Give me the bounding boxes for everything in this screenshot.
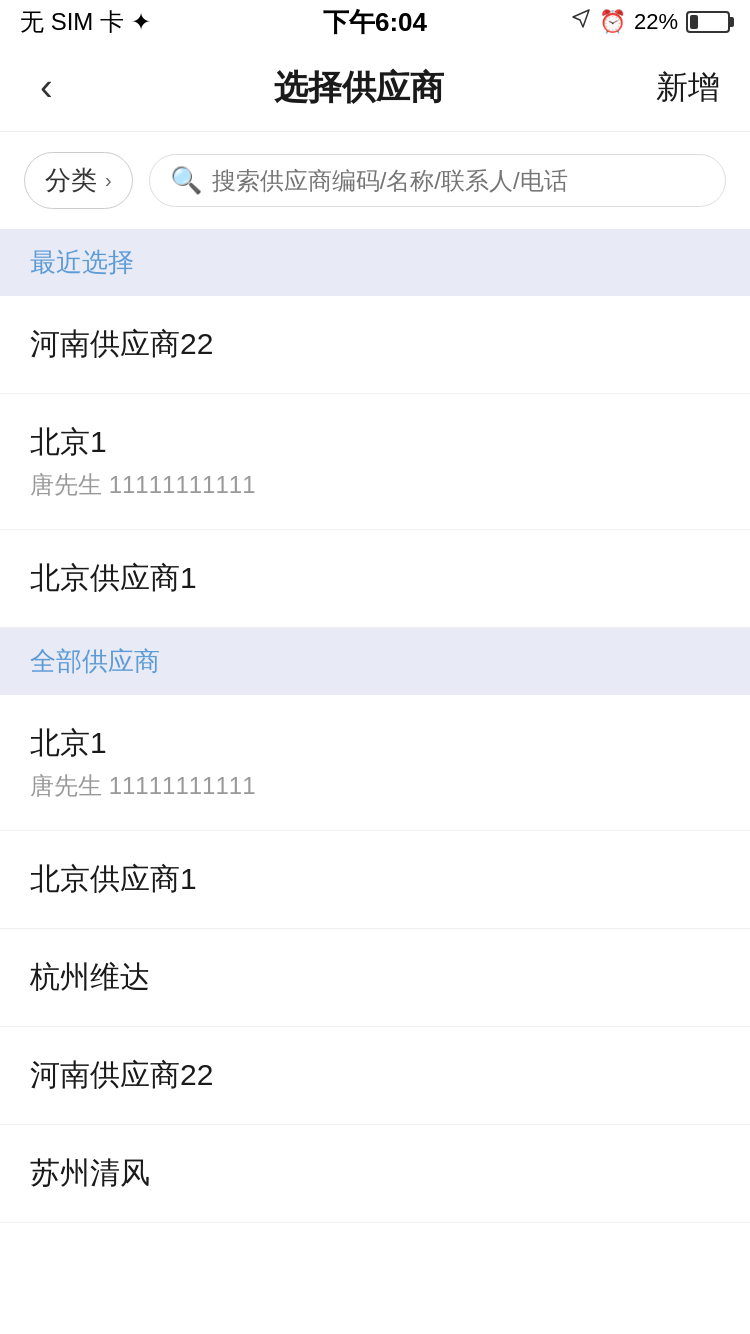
list-item[interactable]: 北京供应商1: [0, 530, 750, 628]
no-sim-text: 无 SIM 卡 ✦: [20, 6, 151, 38]
recent-list: 河南供应商22 北京1 唐先生 11111111111 北京供应商1: [0, 296, 750, 628]
item-name: 苏州清风: [30, 1153, 720, 1194]
back-button[interactable]: ‹: [30, 56, 63, 119]
all-section-header: 全部供应商: [0, 628, 750, 695]
category-button[interactable]: 分类 ›: [24, 152, 133, 209]
page-title: 选择供应商: [274, 65, 444, 111]
battery-fill: [690, 15, 698, 29]
item-name: 杭州维达: [30, 957, 720, 998]
item-name: 北京1: [30, 422, 720, 463]
list-item[interactable]: 北京供应商1: [0, 831, 750, 929]
search-input[interactable]: [212, 167, 705, 195]
item-name: 北京供应商1: [30, 558, 720, 599]
battery-text: 22%: [634, 9, 678, 35]
location-icon: [571, 8, 591, 36]
chevron-right-icon: ›: [105, 169, 112, 192]
list-item[interactable]: 苏州清风: [0, 1125, 750, 1223]
list-item[interactable]: 杭州维达: [0, 929, 750, 1027]
list-item[interactable]: 北京1 唐先生 11111111111: [0, 695, 750, 831]
battery-indicator: [686, 11, 730, 33]
status-bar: 无 SIM 卡 ✦ 下午6:04 ⏰ 22%: [0, 0, 750, 44]
item-name: 河南供应商22: [30, 1055, 720, 1096]
list-item[interactable]: 河南供应商22: [0, 1027, 750, 1125]
add-button[interactable]: 新增: [656, 66, 720, 110]
list-item[interactable]: 北京1 唐先生 11111111111: [0, 394, 750, 530]
battery-box: [686, 11, 730, 33]
status-right: ⏰ 22%: [571, 8, 730, 36]
item-name: 河南供应商22: [30, 324, 720, 365]
item-name: 北京1: [30, 723, 720, 764]
all-list: 北京1 唐先生 11111111111 北京供应商1 杭州维达河南供应商22 苏州清风: [0, 695, 750, 1223]
item-sub: 唐先生 11111111111: [30, 469, 720, 501]
search-box[interactable]: 🔍: [149, 154, 726, 207]
recent-section-header: 最近选择: [0, 229, 750, 296]
recent-section-label: 最近选择: [30, 247, 134, 277]
list-item[interactable]: 河南供应商22: [0, 296, 750, 394]
category-label: 分类: [45, 163, 97, 198]
nav-bar: ‹ 选择供应商 新增: [0, 44, 750, 132]
alarm-icon: ⏰: [599, 9, 626, 35]
all-section-label: 全部供应商: [30, 646, 160, 676]
item-name: 北京供应商1: [30, 859, 720, 900]
item-sub: 唐先生 11111111111: [30, 770, 720, 802]
filter-bar: 分类 › 🔍: [0, 132, 750, 229]
status-left: 无 SIM 卡 ✦: [20, 6, 151, 38]
status-time: 下午6:04: [323, 5, 427, 40]
search-icon: 🔍: [170, 165, 202, 196]
